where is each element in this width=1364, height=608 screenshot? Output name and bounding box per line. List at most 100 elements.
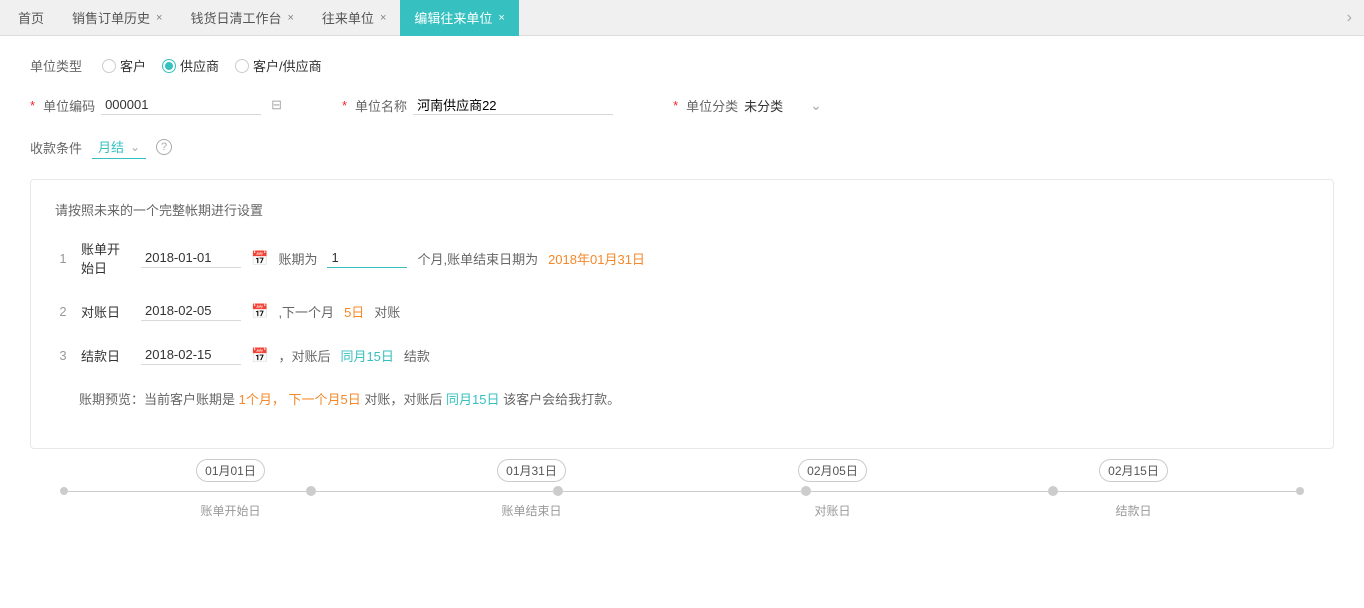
- timeline-wrap: 01月01日 01月31日 02月05日 02月15日: [30, 459, 1334, 519]
- timeline-node-reconcile-date: 02月05日: [798, 459, 867, 482]
- preview-text: 账期预览：当前客户账期是 1个月， 下一个月5日 对账，对账后 同月15日 该客…: [55, 389, 1309, 408]
- unit-name-group: * 单位名称: [342, 95, 613, 115]
- period-end-date-highlight: 2018年01月31日: [548, 249, 645, 268]
- timeline-node-start: 01月01日: [196, 459, 265, 486]
- preview-end: 该客户会给我打款。: [503, 392, 620, 407]
- timeline-top-labels: 01月01日 01月31日 02月05日 02月15日: [60, 459, 1304, 486]
- reconcile-day-highlight: 5日: [344, 302, 364, 321]
- unit-classify-value: 未分类: [744, 96, 804, 115]
- period-row-num-3: 3: [55, 348, 71, 363]
- reconcile-date-input[interactable]: [141, 301, 241, 321]
- unit-code-copy-icon[interactable]: ⊟: [271, 97, 282, 113]
- timeline-node-start-date: 01月01日: [196, 459, 265, 482]
- payment-suffix-after: 结款: [404, 346, 430, 365]
- close-cash-work-icon[interactable]: ×: [287, 12, 293, 24]
- payment-condition-label: 收款条件: [30, 138, 82, 157]
- unit-type-radio-group: 客户 供应商 客户/供应商: [102, 56, 322, 75]
- period-row-num-1: 1: [55, 251, 71, 266]
- period-row-num-2: 2: [55, 304, 71, 319]
- timeline-node-circle-start: [306, 486, 316, 496]
- unit-code-input[interactable]: [101, 95, 261, 115]
- unit-info-row: * 单位编码 ⊟ * 单位名称 * 单位分类 未分类 ⌄: [30, 95, 1334, 115]
- close-sales-history-icon[interactable]: ×: [156, 12, 162, 24]
- reconcile-suffix-after: 对账: [374, 302, 400, 321]
- start-date-input[interactable]: [141, 248, 241, 268]
- period-row-type-2: 对账日: [81, 302, 131, 321]
- period-hint: 请按照未来的一个完整帐期进行设置: [55, 200, 1309, 219]
- timeline-node-end-date: 01月31日: [497, 459, 566, 482]
- tab-sales-history[interactable]: 销售订单历史 ×: [58, 0, 176, 36]
- timeline-node-circle-end: [553, 486, 563, 496]
- payment-date-cal-icon[interactable]: 📅: [251, 347, 268, 364]
- unit-classify-group: * 单位分类 未分类 ⌄: [673, 96, 822, 115]
- timeline-node-reconcile-bottom: 对账日: [814, 502, 850, 519]
- period-row-2: 2 对账日 📅 ,下一个月 5日 对账: [55, 301, 1309, 321]
- timeline-node-payment: 02月15日: [1099, 459, 1168, 486]
- unit-code-label: 单位编码: [43, 96, 95, 115]
- tab-partner-unit[interactable]: 往来单位 ×: [308, 0, 400, 36]
- payment-suffix-prefix: ，对账后: [278, 346, 330, 365]
- unit-code-group: * 单位编码 ⊟: [30, 95, 282, 115]
- period-row-3: 3 结款日 📅 ，对账后 同月15日 结款: [55, 345, 1309, 365]
- period-row-type-1: 账单开始日: [81, 239, 131, 277]
- tab-cash-work[interactable]: 钱货日清工作台 ×: [176, 0, 307, 36]
- timeline-node-payment-bottom: 结款日: [1115, 502, 1151, 519]
- radio-customer[interactable]: 客户: [102, 56, 146, 75]
- timeline-node-circle-reconcile: [801, 486, 811, 496]
- payment-day-highlight: 同月15日: [340, 346, 393, 365]
- payment-date-input[interactable]: [141, 345, 241, 365]
- payment-dropdown-icon: ⌄: [130, 140, 140, 154]
- preview-middle: 对账，对账后: [364, 392, 442, 407]
- preview-label: 账期预览：当前客户账期是: [79, 392, 235, 407]
- timeline-start-dot: [60, 487, 68, 495]
- period-suffix-before: 账期为: [278, 249, 317, 268]
- payment-condition-select[interactable]: 月结 ⌄: [92, 135, 146, 159]
- timeline-node-end: 01月31日: [497, 459, 566, 486]
- tl-spacer-5: [1058, 491, 1296, 492]
- period-row-1: 1 账单开始日 📅 账期为 个月,账单结束日期为 2018年01月31日: [55, 239, 1309, 277]
- tl-spacer-3: [563, 491, 801, 492]
- unit-classify-dropdown-icon[interactable]: ⌄: [810, 97, 822, 114]
- preview-part2: 下一个月5日: [289, 392, 361, 407]
- unit-name-label: 单位名称: [355, 96, 407, 115]
- unit-type-label: 单位类型: [30, 56, 82, 75]
- timeline-node-circle-payment: [1048, 486, 1058, 496]
- period-suffix-middle: 个月,账单结束日期为: [417, 249, 538, 268]
- radio-both-circle: [235, 59, 249, 73]
- help-icon[interactable]: ?: [156, 139, 172, 155]
- payment-condition-value: 月结: [98, 137, 124, 156]
- timeline-bottom-labels: 账单开始日 账单结束日 对账日 结款日: [60, 498, 1304, 519]
- tabs-bar: 首页 销售订单历史 × 钱货日清工作台 × 往来单位 × 编辑往来单位 × ›: [0, 0, 1364, 36]
- radio-supplier[interactable]: 供应商: [162, 56, 219, 75]
- tl-spacer-2: [316, 491, 554, 492]
- period-section: 请按照未来的一个完整帐期进行设置 1 账单开始日 📅 账期为 个月,账单结束日期…: [30, 179, 1334, 449]
- tl-spacer-4: [811, 491, 1049, 492]
- tl-spacer-1: [68, 491, 306, 492]
- unit-type-row: 单位类型 客户 供应商 客户/供应商: [30, 56, 1334, 75]
- tab-edit-partner[interactable]: 编辑往来单位 ×: [400, 0, 518, 36]
- radio-customer-circle: [102, 59, 116, 73]
- payment-condition-row: 收款条件 月结 ⌄ ?: [30, 135, 1334, 159]
- close-partner-unit-icon[interactable]: ×: [380, 12, 386, 24]
- main-content: 单位类型 客户 供应商 客户/供应商 * 单位编码 ⊟ * 单位名称: [0, 36, 1364, 608]
- close-edit-partner-icon[interactable]: ×: [498, 12, 504, 24]
- timeline-node-start-bottom: 账单开始日: [200, 502, 260, 519]
- timeline-node-payment-date: 02月15日: [1099, 459, 1168, 482]
- timeline-end-dot: [1296, 487, 1304, 495]
- unit-name-input[interactable]: [413, 95, 613, 115]
- period-row-type-3: 结款日: [81, 346, 131, 365]
- unit-classify-label: 单位分类: [686, 96, 738, 115]
- timeline-node-reconcile: 02月05日: [798, 459, 867, 486]
- reconcile-suffix-prefix: ,下一个月: [278, 302, 334, 321]
- preview-part1: 1个月，: [239, 392, 285, 407]
- timeline-node-end-bottom: 账单结束日: [501, 502, 561, 519]
- start-date-cal-icon[interactable]: 📅: [251, 250, 268, 267]
- timeline-line-row: [60, 486, 1304, 496]
- radio-supplier-circle: [162, 59, 176, 73]
- reconcile-date-cal-icon[interactable]: 📅: [251, 303, 268, 320]
- preview-part3: 同月15日: [446, 392, 499, 407]
- tab-home[interactable]: 首页: [4, 0, 58, 36]
- radio-both[interactable]: 客户/供应商: [235, 56, 322, 75]
- period-number-input[interactable]: [327, 248, 407, 268]
- tabs-scroll-right-icon[interactable]: ›: [1339, 9, 1360, 27]
